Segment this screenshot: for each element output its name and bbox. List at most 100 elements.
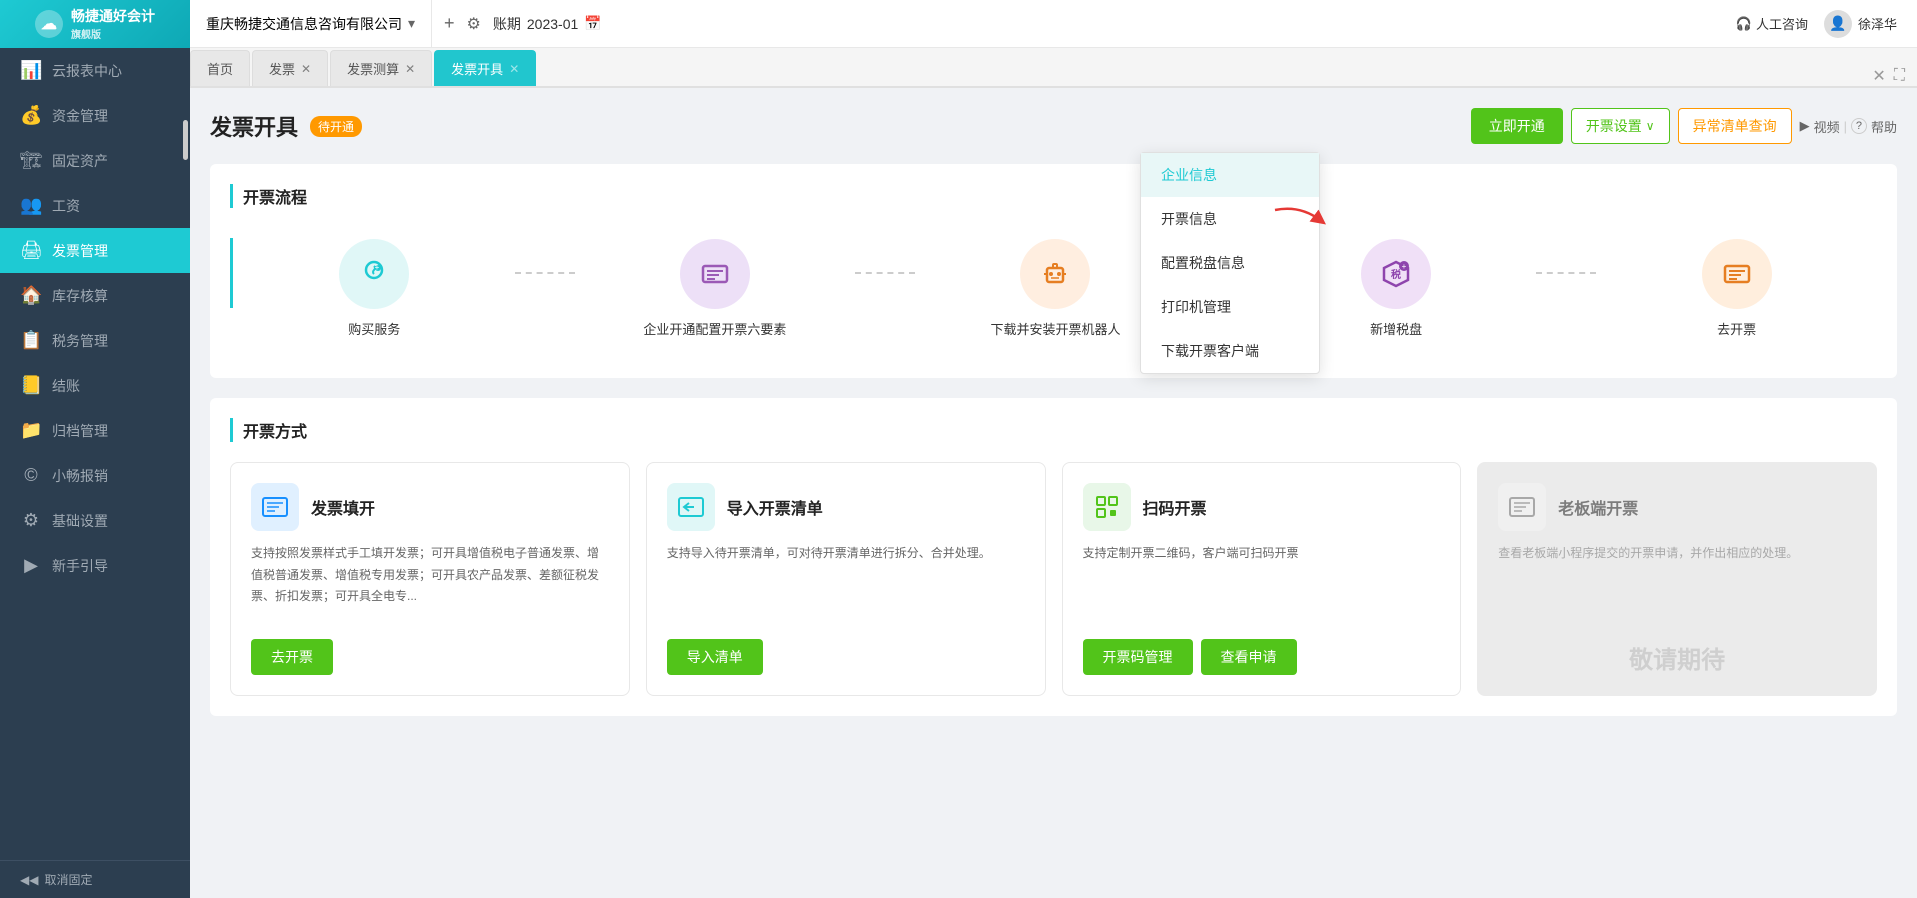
top-bar: ☁ 畅捷通好会计 旗舰版 重庆畅捷交通信息咨询有限公司 ▾ + ⚙ 账期 202… bbox=[0, 0, 1917, 48]
import-invoice-button[interactable]: 导入清单 bbox=[667, 639, 763, 675]
sidebar-item-invoice-mgmt[interactable]: 🖨 发票管理 bbox=[0, 228, 190, 273]
dropdown-menu: 企业信息 开票信息 配置税盘信息 打印机管理 下载开票客户端 bbox=[1140, 152, 1320, 374]
video-help-area: ▶ 视频 | ? 帮助 bbox=[1800, 117, 1897, 136]
cloud-report-icon: 📊 bbox=[20, 60, 42, 81]
avatar: 👤 bbox=[1824, 10, 1852, 38]
dropdown-item-company-info[interactable]: 企业信息 bbox=[1141, 153, 1319, 197]
fixed-asset-icon: 🏗 bbox=[20, 150, 42, 171]
status-badge: 待开通 bbox=[310, 116, 362, 137]
tab-invoice-issue[interactable]: 发票开具 ✕ bbox=[434, 50, 536, 86]
inventory-icon: 🏠 bbox=[20, 285, 42, 306]
page-header: 发票开具 待开通 立即开通 开票设置 ∨ 异常清单查询 ▶ 视频 | ? 帮助 bbox=[210, 108, 1897, 144]
sidebar-item-fixed-asset[interactable]: 🏗 固定资产 bbox=[0, 138, 190, 183]
user-name: 徐泽华 bbox=[1858, 14, 1897, 33]
step-connector-4 bbox=[1536, 272, 1596, 274]
boss-invoice-icon bbox=[1498, 483, 1546, 531]
fill-invoice-header: 发票填开 bbox=[251, 483, 609, 531]
qr-mgmt-button[interactable]: 开票码管理 bbox=[1083, 639, 1193, 675]
xiao-report-icon: © bbox=[20, 465, 42, 486]
import-invoice-icon bbox=[667, 483, 715, 531]
flow-step-buy-service: + 购买服务 bbox=[234, 239, 515, 338]
overlay-text: 敬请期待 bbox=[1478, 640, 1876, 675]
settings-icon[interactable]: ⚙ bbox=[467, 14, 481, 34]
methods-section-title: 开票方式 bbox=[230, 418, 1877, 442]
fill-invoice-button[interactable]: 去开票 bbox=[251, 639, 333, 675]
headset-icon: 🎧 bbox=[1736, 16, 1752, 32]
flow-steps: + 购买服务 企业开通配置开票六要素 下载并安装开票机器人 bbox=[230, 228, 1877, 358]
settings-button[interactable]: 开票设置 ∨ bbox=[1571, 108, 1670, 144]
company-name: 重庆畅捷交通信息咨询有限公司 bbox=[206, 14, 402, 34]
config-enterprise-icon bbox=[680, 239, 750, 309]
chevron-down-icon: ∨ bbox=[1646, 119, 1655, 133]
add-tax-icon: 税+ bbox=[1361, 239, 1431, 309]
main-content: 发票开具 待开通 立即开通 开票设置 ∨ 异常清单查询 ▶ 视频 | ? 帮助 … bbox=[190, 88, 1917, 898]
support-button[interactable]: 🎧 人工咨询 bbox=[1736, 14, 1808, 33]
close-icon[interactable]: ✕ bbox=[405, 62, 415, 76]
user-area[interactable]: 👤 徐泽华 bbox=[1824, 10, 1897, 38]
fund-icon: 💰 bbox=[20, 105, 42, 126]
salary-icon: 👥 bbox=[20, 195, 42, 216]
method-card-boss-invoice: 老板端开票 查看老板端小程序提交的开票申请，并作出相应的处理。 敬请期待 bbox=[1477, 462, 1877, 696]
sidebar-item-settlement[interactable]: 📒 结账 bbox=[0, 363, 190, 408]
add-icon[interactable]: + bbox=[444, 13, 455, 34]
help-icon[interactable]: ? bbox=[1851, 118, 1867, 134]
flow-step-config-enterprise: 企业开通配置开票六要素 bbox=[575, 239, 856, 338]
method-card-import-invoice: 导入开票清单 支持导入待开票清单，可对待开票清单进行拆分、合并处理。 导入清单 bbox=[646, 462, 1046, 696]
sidebar-item-archive[interactable]: 📁 归档管理 bbox=[0, 408, 190, 453]
page-title-area: 发票开具 待开通 bbox=[210, 110, 362, 142]
activate-button[interactable]: 立即开通 bbox=[1471, 108, 1563, 144]
logo-text: 畅捷通好会计 bbox=[71, 6, 155, 26]
logo: ☁ 畅捷通好会计 旗舰版 bbox=[0, 0, 190, 48]
sidebar-item-new-guide[interactable]: ▶ 新手引导 bbox=[0, 543, 190, 588]
sidebar: 📊 云报表中心 💰 资金管理 🏗 固定资产 👥 工资 🖨 发票管理 🏠 库存核算… bbox=[0, 48, 190, 898]
top-right: 🎧 人工咨询 👤 徐泽华 bbox=[1736, 10, 1917, 38]
page-title: 发票开具 bbox=[210, 110, 298, 142]
fill-invoice-icon bbox=[251, 483, 299, 531]
tax-icon: 📋 bbox=[20, 330, 42, 351]
tab-invoice[interactable]: 发票 ✕ bbox=[252, 50, 328, 86]
download-robot-icon bbox=[1020, 239, 1090, 309]
step-connector-1 bbox=[515, 272, 575, 274]
maximize-icon[interactable]: ⛶ bbox=[1894, 67, 1905, 85]
logo-icon: ☁ bbox=[35, 10, 63, 38]
tab-actions: ✕ ⛶ bbox=[1860, 66, 1917, 86]
close-icon[interactable]: ✕ bbox=[509, 62, 519, 76]
sidebar-item-fund[interactable]: 💰 资金管理 bbox=[0, 93, 190, 138]
company-selector[interactable]: 重庆畅捷交通信息咨询有限公司 ▾ bbox=[190, 0, 432, 48]
svg-text:+: + bbox=[375, 263, 380, 272]
view-apply-button[interactable]: 查看申请 bbox=[1201, 639, 1297, 675]
red-arrow-indicator bbox=[1270, 200, 1330, 237]
anomaly-button[interactable]: 异常清单查询 bbox=[1678, 108, 1792, 144]
sidebar-item-inventory[interactable]: 🏠 库存核算 bbox=[0, 273, 190, 318]
tab-home[interactable]: 首页 bbox=[190, 50, 250, 86]
dropdown-item-printer-mgmt[interactable]: 打印机管理 bbox=[1141, 285, 1319, 329]
period-display: 账期 2023-01 📅 bbox=[493, 14, 602, 34]
close-icon[interactable]: ✕ bbox=[301, 62, 311, 76]
dropdown-item-tax-disk-config[interactable]: 配置税盘信息 bbox=[1141, 241, 1319, 285]
logo-sub: 旗舰版 bbox=[71, 26, 155, 41]
scan-invoice-buttons: 开票码管理 查看申请 bbox=[1083, 639, 1441, 675]
dropdown-item-download-client[interactable]: 下载开票客户端 bbox=[1141, 329, 1319, 373]
close-all-icon[interactable]: ✕ bbox=[1872, 66, 1885, 86]
sidebar-collapse-btn[interactable]: ◀◀ 取消固定 bbox=[0, 860, 190, 898]
calendar-icon[interactable]: 📅 bbox=[584, 15, 601, 32]
buy-service-icon: + bbox=[339, 239, 409, 309]
scan-invoice-header: 扫码开票 bbox=[1083, 483, 1441, 531]
svg-text:+: + bbox=[1402, 262, 1407, 271]
scan-invoice-icon bbox=[1083, 483, 1131, 531]
import-invoice-header: 导入开票清单 bbox=[667, 483, 1025, 531]
video-icon[interactable]: ▶ bbox=[1800, 118, 1810, 134]
settlement-icon: 📒 bbox=[20, 375, 42, 396]
svg-text:税: 税 bbox=[1391, 268, 1401, 281]
sidebar-item-salary[interactable]: 👥 工资 bbox=[0, 183, 190, 228]
tab-invoice-calc[interactable]: 发票测算 ✕ bbox=[330, 50, 432, 86]
sidebar-item-basic-settings[interactable]: ⚙ 基础设置 bbox=[0, 498, 190, 543]
sidebar-item-xiao-report[interactable]: © 小畅报销 bbox=[0, 453, 190, 498]
sidebar-scrollbar[interactable] bbox=[183, 120, 188, 160]
step-connector-2 bbox=[855, 272, 915, 274]
go-invoice-icon bbox=[1702, 239, 1772, 309]
methods-section: 开票方式 发票填开 支持按照发票样式手工填开发票；可开具增值税电子普通发票、增值… bbox=[210, 398, 1897, 716]
sidebar-item-cloud-report[interactable]: 📊 云报表中心 bbox=[0, 48, 190, 93]
flow-step-go-invoice: 去开票 bbox=[1596, 239, 1877, 338]
sidebar-item-tax[interactable]: 📋 税务管理 bbox=[0, 318, 190, 363]
